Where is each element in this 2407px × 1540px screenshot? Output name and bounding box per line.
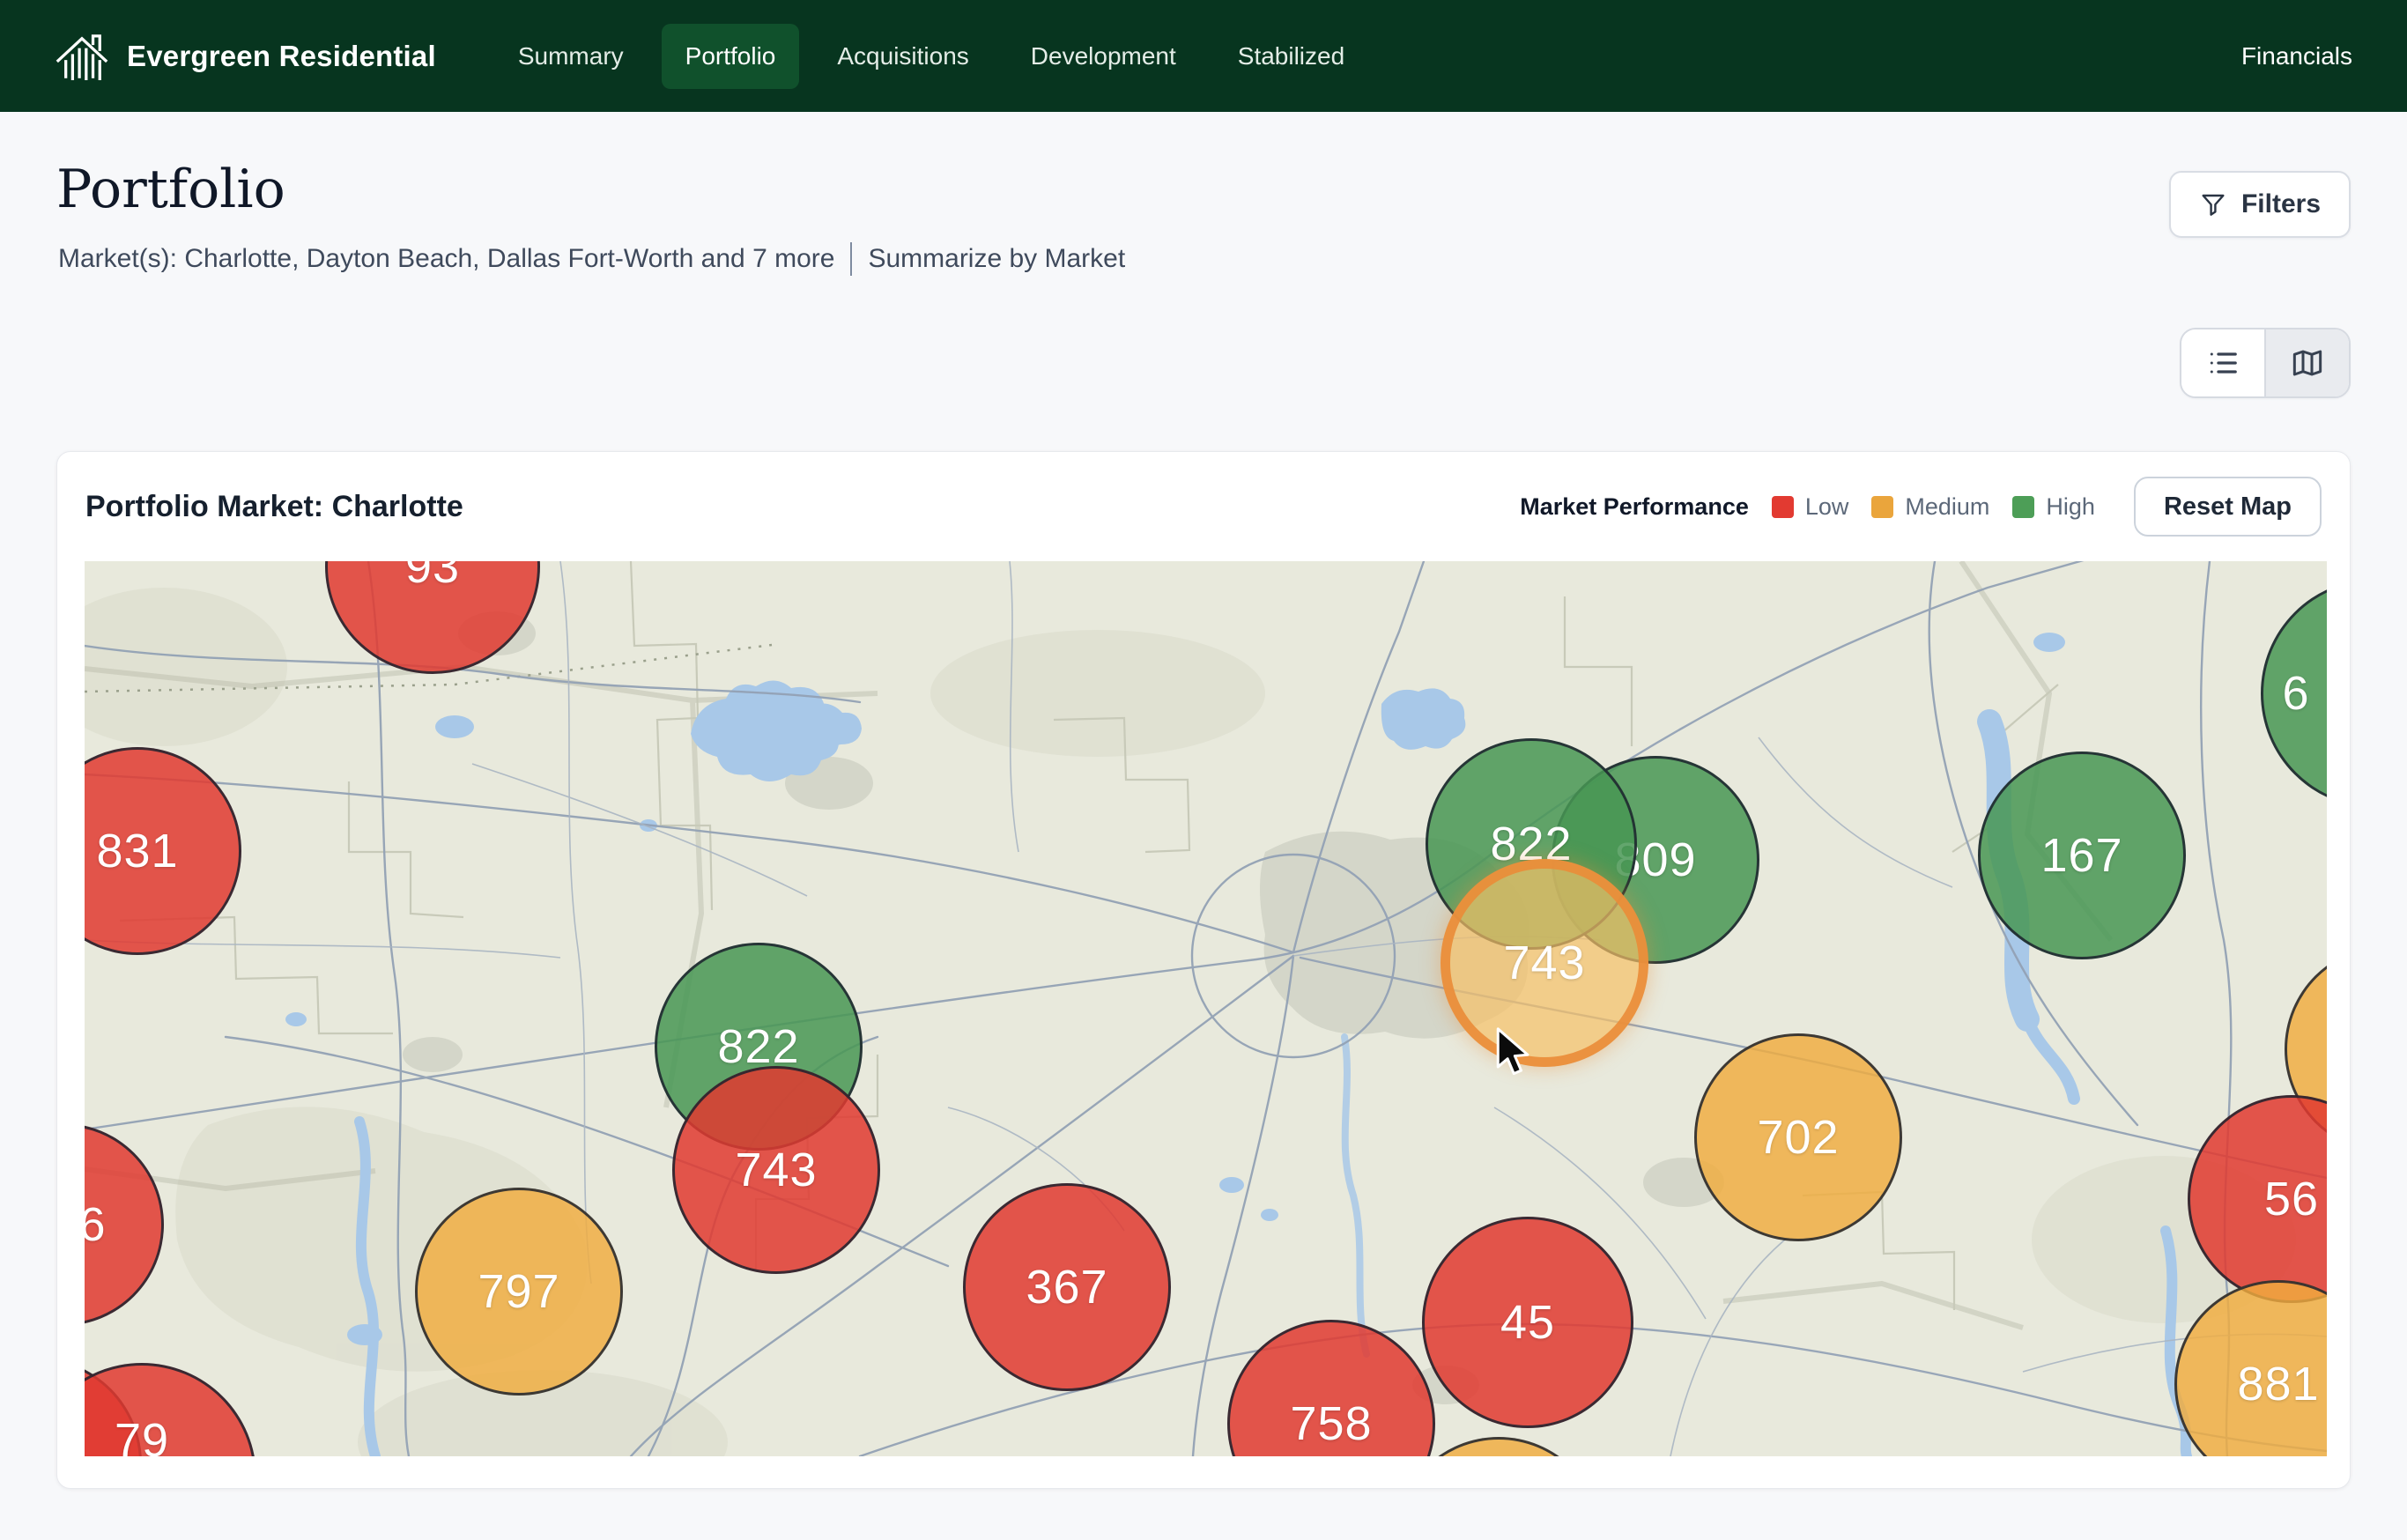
card-title: Portfolio Market: Charlotte [85, 489, 463, 523]
filters-button[interactable]: Filters [2168, 171, 2351, 238]
bubble-value: 93 [404, 561, 461, 593]
map-bubble-167[interactable]: 167 [1978, 751, 2186, 959]
list-view-button[interactable] [2181, 329, 2264, 396]
bubble-value: 79 [114, 1414, 170, 1456]
legend-item-low: Low [1771, 493, 1848, 521]
bubble-value: 167 [2040, 829, 2123, 882]
bubble-value: 45 [1500, 1296, 1556, 1349]
page-title: Portfolio [56, 159, 285, 220]
nav-item-acquisitions[interactable]: Acquisitions [813, 24, 992, 89]
bubble-value: 758 [1290, 1397, 1373, 1450]
bubble-value: 56 [2263, 1173, 2320, 1225]
map-bubble-367[interactable]: 367 [963, 1183, 1171, 1391]
bubble-value: 797 [478, 1265, 560, 1318]
portfolio-map-card: Portfolio Market: Charlotte Market Perfo… [56, 451, 2351, 1489]
bubble-value: 367 [1026, 1261, 1108, 1314]
map-bubble-702[interactable]: 702 [1694, 1033, 1902, 1241]
legend-chip-high [2012, 495, 2035, 518]
map-legend: Market Performance Low Medium High Reset… [1520, 477, 2322, 537]
brand-logo[interactable]: Evergreen Residential [55, 33, 436, 80]
map-bubble-45[interactable]: 45 [1422, 1217, 1633, 1428]
page-subtitle: Market(s): Charlotte, Dayton Beach, Dall… [58, 240, 1125, 278]
top-navigation: Evergreen Residential Summary Portfolio … [0, 0, 2407, 112]
bubble-value: 831 [96, 825, 179, 877]
nav-item-financials[interactable]: Financials [2241, 42, 2352, 70]
legend-title: Market Performance [1520, 492, 1749, 520]
house-logo-icon [56, 33, 108, 80]
view-toggle [2180, 328, 2351, 398]
map-icon [2292, 350, 2322, 376]
legend-item-medium: Medium [1871, 493, 1989, 521]
bubble-value: 702 [1757, 1111, 1840, 1164]
brand-name: Evergreen Residential [127, 39, 436, 72]
map-bubble-743[interactable]: 743 [672, 1066, 880, 1274]
bubble-value: 743 [1503, 937, 1586, 989]
legend-chip-low [1771, 495, 1794, 518]
reset-map-button[interactable]: Reset Map [2133, 477, 2322, 537]
subtitle-divider [850, 242, 853, 276]
nav-links: Summary Portfolio Acquisitions Developme… [494, 23, 1368, 89]
list-icon [2210, 352, 2237, 374]
bubble-value: 881 [2237, 1358, 2320, 1410]
markets-summary-text: Market(s): Charlotte, Dayton Beach, Dall… [58, 244, 835, 273]
bubble-value: 6 [2282, 667, 2310, 720]
nav-item-development[interactable]: Development [1007, 24, 1200, 89]
funnel-icon [2202, 194, 2225, 216]
map-view-button[interactable] [2264, 329, 2349, 396]
map-bubble-743[interactable]: 743 [1440, 859, 1648, 1067]
map-canvas[interactable]: 6 809 822 167 93 831 822 743 797 367 702 56 881 45 758… [85, 561, 2327, 1456]
nav-item-summary[interactable]: Summary [494, 24, 648, 89]
nav-item-portfolio[interactable]: Portfolio [661, 23, 800, 89]
map-bubble-797[interactable]: 797 [415, 1188, 623, 1396]
legend-chip-medium [1871, 495, 1894, 518]
bubble-value: 6 [85, 1198, 107, 1251]
filters-label: Filters [2240, 189, 2321, 218]
summarize-by-text: Summarize by Market [868, 244, 1126, 273]
legend-item-high: High [2012, 493, 2095, 521]
card-header: Portfolio Market: Charlotte Market Perfo… [85, 452, 2322, 561]
bubble-value: 743 [735, 1144, 818, 1196]
nav-item-stabilized[interactable]: Stabilized [1214, 24, 1368, 89]
